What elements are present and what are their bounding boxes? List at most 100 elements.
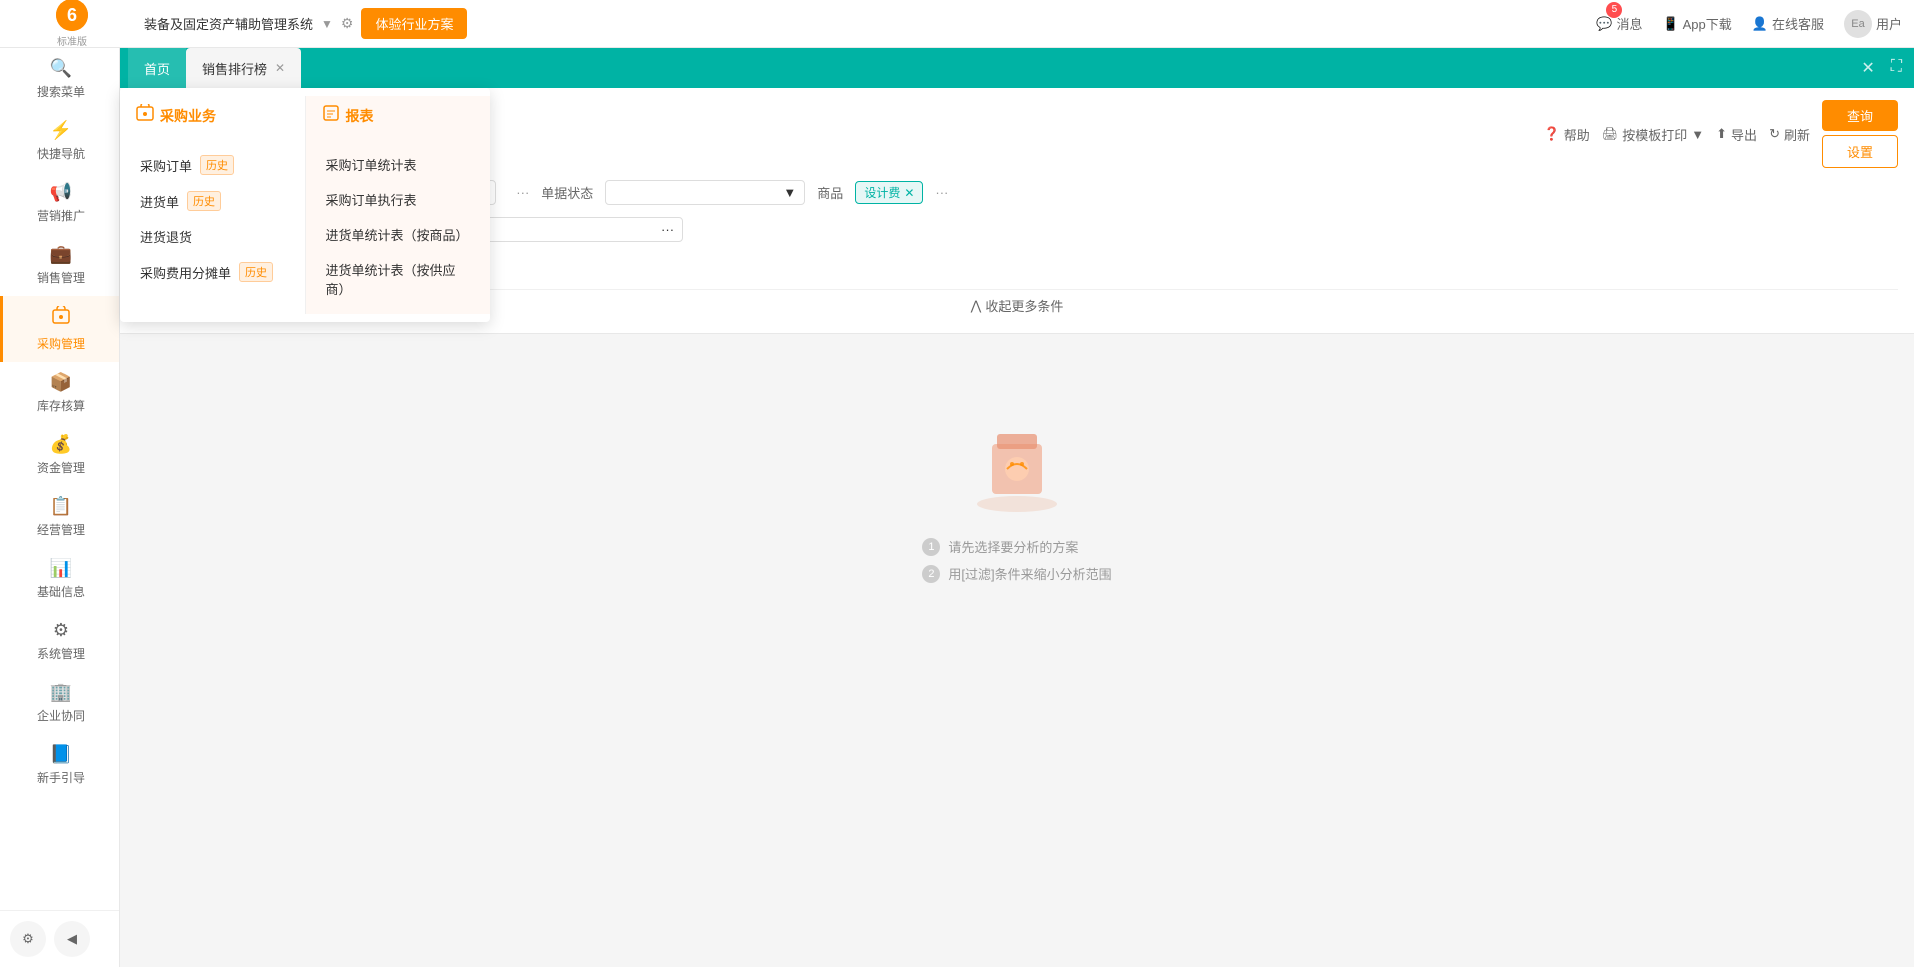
status-select[interactable]: ▼: [605, 180, 805, 205]
sidebar: 🔍 搜索菜单 ⚡ 快捷导航 📢 营销推广 💼 销售管理 采购管理: [0, 48, 120, 967]
top-header: 6 标准版 装备及固定资产辅助管理系统 ▼ ⚙ 体验行业方案 💬 5 消息 📱 …: [0, 0, 1914, 48]
dropdown-col-purchase: 采购业务 采购订单 历史 进货单 历史 进货退货 采购费用分摊单 历史: [120, 96, 306, 314]
sidebar-label-enterprise: 企业协同: [37, 707, 85, 724]
print-icon: 🖨: [1602, 126, 1619, 142]
purchase-col-icon: [136, 104, 154, 127]
sidebar-label-quick: 快捷导航: [37, 145, 85, 162]
message-button[interactable]: 💬 5 消息: [1596, 14, 1642, 33]
sidebar-item-quick[interactable]: ⚡ 快捷导航: [0, 110, 119, 172]
app-download-button[interactable]: 📱 App下载: [1662, 14, 1731, 33]
dropdown-item-purchase-order-stat[interactable]: 采购订单统计表: [322, 147, 475, 182]
dropdown-item-goods-receipt-by-goods[interactable]: 进货单统计表（按商品）: [322, 217, 475, 252]
sidebar-item-guide[interactable]: 📘 新手引导: [0, 734, 119, 796]
sales-icon: 💼: [50, 244, 72, 265]
industry-button[interactable]: 体验行业方案: [361, 8, 467, 39]
dropdown-col-report: 报表 采购订单统计表 采购订单执行表 进货单统计表（按商品） 进货单统计表（按供…: [306, 96, 491, 314]
salesman-ellipsis: ···: [661, 222, 674, 237]
help-icon: ❓: [1544, 126, 1560, 142]
sidebar-collapse-btn[interactable]: ◀: [54, 921, 90, 957]
report-col-title: 报表: [322, 104, 475, 135]
sidebar-item-search[interactable]: 🔍 搜索菜单: [0, 48, 119, 110]
user-button[interactable]: Ea 用户: [1844, 10, 1902, 38]
sidebar-label-search: 搜索菜单: [37, 83, 85, 100]
message-icon: 💬: [1596, 16, 1612, 32]
marketing-icon: 📢: [50, 182, 72, 203]
quick-icon: ⚡: [50, 120, 72, 141]
settings-icon[interactable]: ⚙: [341, 15, 354, 32]
sidebar-item-sales[interactable]: 💼 销售管理: [0, 234, 119, 296]
dropdown-item-purchase-expense[interactable]: 采购费用分摊单 历史: [136, 254, 289, 290]
sidebar-label-basic: 基础信息: [37, 583, 85, 600]
tab-home-label: 首页: [144, 59, 170, 78]
purchase-expense-label: 采购费用分摊单: [140, 263, 231, 282]
settings-button[interactable]: 设置: [1822, 135, 1898, 168]
status-dropdown-icon: ▼: [783, 185, 796, 200]
funds-icon: 💰: [50, 434, 72, 455]
collapse-icon: ⋀: [971, 298, 982, 314]
sidebar-label-marketing: 营销推广: [37, 207, 85, 224]
goods-tag-close[interactable]: ✕: [904, 186, 914, 200]
tab-close-window-icon[interactable]: ✕: [1857, 54, 1878, 82]
refresh-icon: ↻: [1769, 126, 1780, 142]
sidebar-label-funds: 资金管理: [37, 459, 85, 476]
tab-home[interactable]: 首页: [128, 48, 186, 88]
header-right: 💬 5 消息 📱 App下载 👤 在线客服 Ea 用户: [1596, 10, 1902, 38]
logo-subtitle: 标准版: [57, 33, 87, 48]
print-dropdown-icon[interactable]: ▼: [1691, 127, 1704, 142]
system-name: 装备及固定资产辅助管理系统: [144, 14, 313, 33]
tab-maximize-icon[interactable]: ⛶: [1887, 54, 1906, 82]
purchase-order-label: 采购订单: [140, 156, 192, 175]
logo-area: 6 标准版: [12, 0, 132, 48]
dropdown-item-goods-receipt-by-supplier[interactable]: 进货单统计表（按供应商）: [322, 252, 475, 306]
sidebar-bottom: ⚙ ◀: [0, 910, 119, 967]
sidebar-label-guide: 新手引导: [37, 769, 85, 786]
empty-text-block: 1 请先选择要分析的方案 2 用[过滤]条件来缩小分析范围: [922, 537, 1111, 583]
sidebar-settings-btn[interactable]: ⚙: [10, 921, 46, 957]
dropdown-item-goods-return[interactable]: 进货退货: [136, 219, 289, 254]
dropdown-columns: 采购业务 采购订单 历史 进货单 历史 进货退货 采购费用分摊单 历史: [120, 96, 490, 314]
sidebar-item-enterprise[interactable]: 🏢 企业协同: [0, 672, 119, 734]
goods-tag: 设计费 ✕: [855, 181, 923, 204]
query-button[interactable]: 查询: [1822, 100, 1898, 131]
goods-return-label: 进货退货: [140, 227, 192, 246]
dropdown-arrow-icon[interactable]: ▼: [321, 17, 333, 31]
sidebar-item-marketing[interactable]: 📢 营销推广: [0, 172, 119, 234]
sidebar-item-operations[interactable]: 📋 经营管理: [0, 486, 119, 548]
tab-close-icon[interactable]: ✕: [275, 61, 285, 75]
purchase-order-history: 历史: [200, 155, 234, 175]
sidebar-item-purchase[interactable]: 采购管理: [0, 296, 119, 362]
purchase-expense-history: 历史: [239, 262, 273, 282]
print-button[interactable]: 🖨 按模板打印 ▼: [1602, 125, 1704, 144]
export-button[interactable]: ⬆ 导出: [1716, 125, 1757, 144]
sidebar-item-inventory[interactable]: 📦 库存核算: [0, 362, 119, 424]
inventory-icon: 📦: [50, 372, 72, 393]
refresh-button[interactable]: ↻ 刷新: [1769, 125, 1810, 144]
salesman-select[interactable]: ···: [483, 217, 683, 242]
tab-sales-rank[interactable]: 销售排行榜 ✕: [186, 48, 301, 88]
sidebar-item-system[interactable]: ⚙ 系统管理: [0, 610, 119, 672]
avatar: Ea: [1844, 10, 1872, 38]
status-label: 单据状态: [541, 183, 593, 202]
guide-icon: 📘: [50, 744, 72, 765]
date-ellipsis: ···: [516, 185, 529, 200]
help-button[interactable]: ❓ 帮助: [1544, 125, 1590, 144]
goods-label: 商品: [817, 183, 843, 202]
tab-bar-right: ✕ ⛶: [1857, 54, 1906, 82]
sidebar-item-basic[interactable]: 📊 基础信息: [0, 548, 119, 610]
empty-state: 1 请先选择要分析的方案 2 用[过滤]条件来缩小分析范围: [120, 334, 1914, 663]
sidebar-item-funds[interactable]: 💰 资金管理: [0, 424, 119, 486]
dropdown-item-purchase-order[interactable]: 采购订单 历史: [136, 147, 289, 183]
goods-receipt-label: 进货单: [140, 192, 179, 211]
empty-step-1: 1 请先选择要分析的方案: [922, 537, 1111, 556]
empty-illustration: [957, 414, 1077, 517]
dropdown-item-purchase-order-exec[interactable]: 采购订单执行表: [322, 182, 475, 217]
svg-text:6: 6: [67, 5, 77, 25]
search-icon: 🔍: [50, 58, 72, 79]
sidebar-label-system: 系统管理: [37, 645, 85, 662]
operations-icon: 📋: [50, 496, 72, 517]
purchase-col-title: 采购业务: [136, 104, 289, 135]
empty-step-2: 2 用[过滤]条件来缩小分析范围: [922, 564, 1111, 583]
logo-icon: 6: [56, 0, 88, 31]
online-service-button[interactable]: 👤 在线客服: [1752, 14, 1824, 33]
dropdown-item-goods-receipt[interactable]: 进货单 历史: [136, 183, 289, 219]
